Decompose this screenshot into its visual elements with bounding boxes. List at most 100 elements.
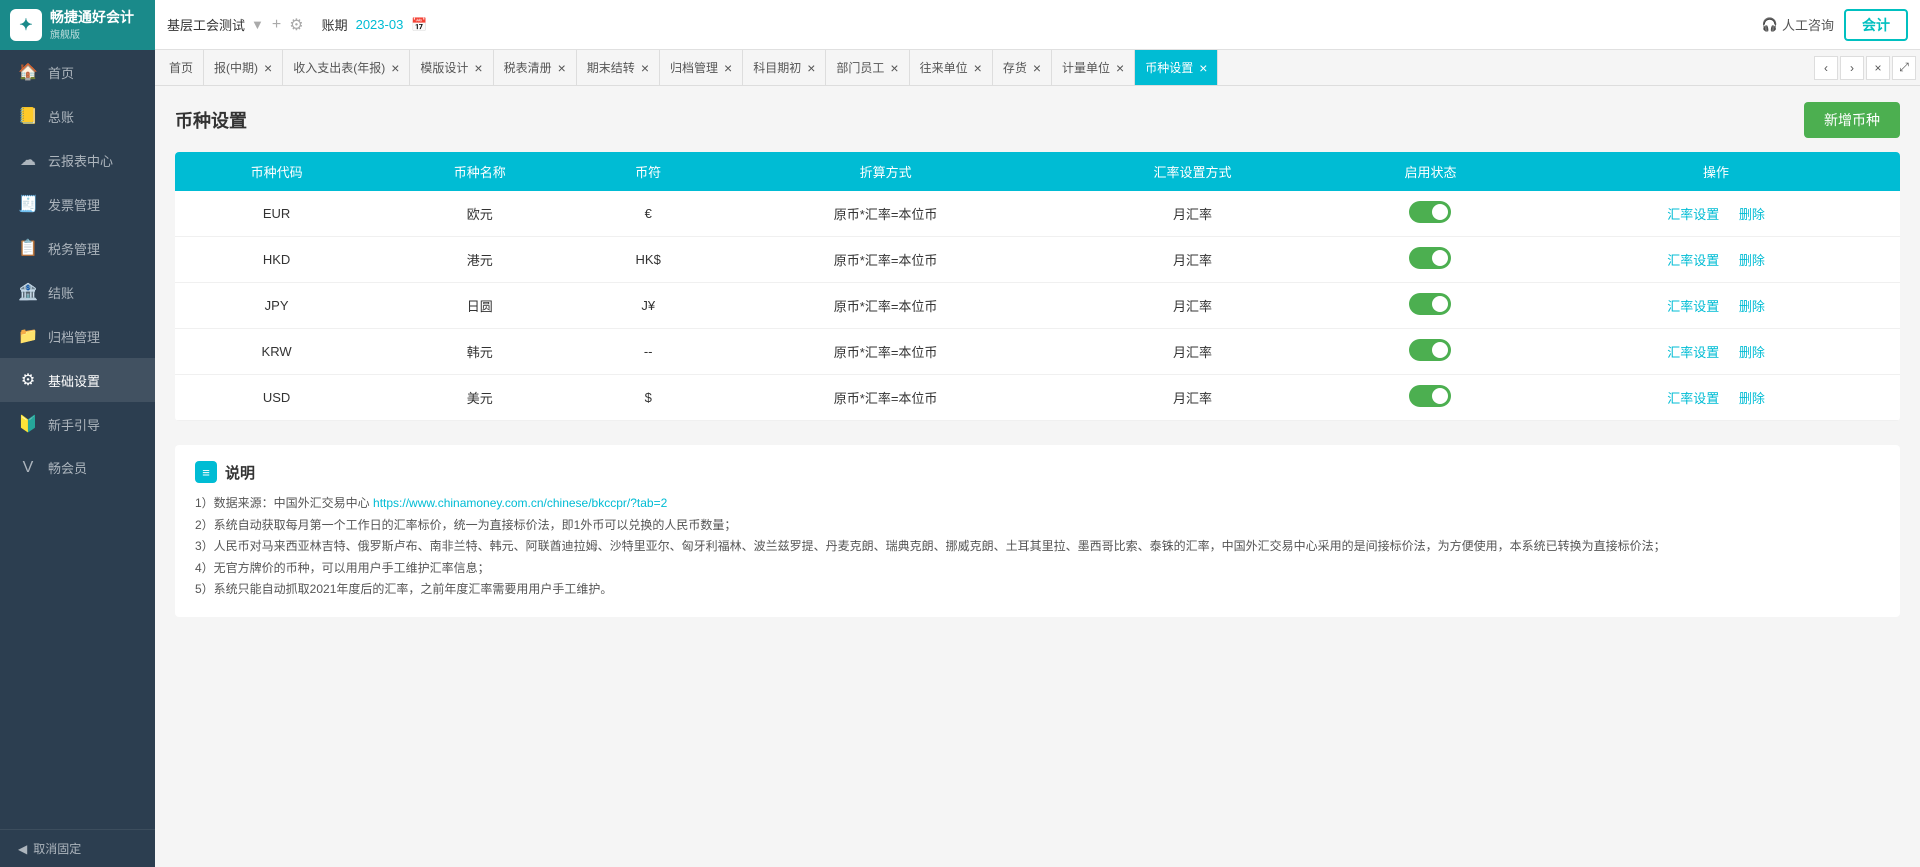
action-rate-setting-JPY[interactable]: 汇率设置 [1667,299,1719,314]
logo: ✦ 畅捷通好会计 旗舰版 [0,0,155,50]
toggle-enabled-HKD[interactable] [1409,247,1451,269]
action-delete-USD[interactable]: 删除 [1739,391,1765,406]
toggle-enabled-JPY[interactable] [1409,293,1451,315]
tab-prev-button[interactable]: ‹ [1814,56,1838,80]
sidebar-pin-toggle[interactable]: ◀ 取消固定 [0,829,155,867]
notes-title: 说明 [225,462,255,483]
project-selector[interactable]: 基层工会测试 ▼ [167,15,264,34]
action-rate-setting-EUR[interactable]: 汇率设置 [1667,207,1719,222]
cell-code: JPY [175,283,378,329]
tab-archive-close[interactable]: × [724,60,732,76]
settings-gear-icon[interactable]: ⚙ [289,15,303,35]
cell-name: 欧元 [378,191,581,237]
col-symbol: 币符 [581,152,715,191]
action-delete-EUR[interactable]: 删除 [1739,207,1765,222]
tab-supplier[interactable]: 往来单位 × [910,50,993,86]
sidebar-item-label: 税务管理 [48,239,100,258]
sidebar-item-member[interactable]: V 畅会员 [0,446,155,489]
sidebar-item-home[interactable]: 🏠 首页 [0,50,155,94]
add-icon[interactable]: + [272,16,281,34]
cell-symbol: J¥ [581,283,715,329]
cell-status [1329,191,1532,237]
tab-account[interactable]: 科目期初 × [743,50,826,86]
sidebar-item-settings[interactable]: ⚙ 基础设置 [0,358,155,402]
tab-tax[interactable]: 税表清册 × [494,50,577,86]
tab-dept[interactable]: 部门员工 × [826,50,909,86]
sidebar-item-archive[interactable]: 📁 归档管理 [0,314,155,358]
cell-rate-type: 月汇率 [1056,191,1329,237]
member-icon: V [18,459,38,477]
tab-account-label: 科目期初 [753,59,801,76]
sidebar: ✦ 畅捷通好会计 旗舰版 🏠 首页 📒 总账 ☁ 云报表中心 🧾 发票管理 📋 … [0,0,155,867]
period-value: 2023-03 [356,17,404,32]
action-delete-HKD[interactable]: 删除 [1739,253,1765,268]
tab-income-close[interactable]: × [391,60,399,76]
cell-name: 日圆 [378,283,581,329]
col-name: 币种名称 [378,152,581,191]
table-row: JPY 日圆 J¥ 原币*汇率=本位币 月汇率 汇率设置 删除 [175,283,1900,329]
tab-inventory[interactable]: 存货 × [993,50,1052,86]
tab-close-all-button[interactable]: × [1866,56,1890,80]
tab-inventory-close[interactable]: × [1033,60,1041,76]
sidebar-item-guide[interactable]: 🔰 新手引导 [0,402,155,446]
settlement-icon: 🏦 [18,282,38,302]
action-delete-KRW[interactable]: 删除 [1739,345,1765,360]
tab-period-close[interactable]: × [264,60,272,76]
toggle-enabled-EUR[interactable] [1409,201,1451,223]
tab-archive[interactable]: 归档管理 × [660,50,743,86]
tab-home[interactable]: 首页 [159,50,204,86]
tab-closing-close[interactable]: × [641,60,649,76]
tab-unit-close[interactable]: × [1116,60,1124,76]
tab-account-close[interactable]: × [807,60,815,76]
pin-icon: ◀ [18,842,27,856]
tabbar-nav: ‹ › × ⤢ [1814,56,1916,80]
sidebar-item-invoice[interactable]: 🧾 发票管理 [0,182,155,226]
cell-rate-type: 月汇率 [1056,283,1329,329]
action-rate-setting-KRW[interactable]: 汇率设置 [1667,345,1719,360]
tab-dept-close[interactable]: × [890,60,898,76]
headset-icon: 🎧 [1762,17,1778,33]
sidebar-item-ledger[interactable]: 📒 总账 [0,94,155,138]
calendar-icon: 📅 [411,17,427,33]
tab-tax-close[interactable]: × [558,60,566,76]
action-delete-JPY[interactable]: 删除 [1739,299,1765,314]
cell-method: 原币*汇率=本位币 [715,375,1056,421]
tab-supplier-close[interactable]: × [974,60,982,76]
archive-icon: 📁 [18,326,38,346]
col-status: 启用状态 [1329,152,1532,191]
cell-symbol: € [581,191,715,237]
action-rate-setting-USD[interactable]: 汇率设置 [1667,391,1719,406]
new-currency-button[interactable]: 新增币种 [1804,102,1900,138]
tab-currency-label: 币种设置 [1145,59,1193,76]
tab-period[interactable]: 报(中期) × [204,50,283,86]
ledger-icon: 📒 [18,106,38,126]
tab-home-label: 首页 [169,59,193,76]
notes-link[interactable]: https://www.chinamoney.com.cn/chinese/bk… [373,496,667,510]
tab-tax-label: 税表清册 [504,59,552,76]
tab-template-label: 模版设计 [420,59,468,76]
sidebar-item-label: 结账 [48,283,74,302]
tab-income[interactable]: 收入支出表(年报) × [283,50,410,86]
tab-unit[interactable]: 计量单位 × [1052,50,1135,86]
tab-currency-close[interactable]: × [1199,60,1207,76]
sidebar-item-reports[interactable]: ☁ 云报表中心 [0,138,155,182]
table-row: KRW 韩元 -- 原币*汇率=本位币 月汇率 汇率设置 删除 [175,329,1900,375]
toggle-enabled-USD[interactable] [1409,385,1451,407]
tab-template[interactable]: 模版设计 × [410,50,493,86]
tab-inventory-label: 存货 [1003,59,1027,76]
note-item: 2）系统自动获取每月第一个工作日的汇率标价，统一为直接标价法，即1外币可以兑换的… [195,515,1880,537]
service-button[interactable]: 🎧 人工咨询 [1762,15,1834,34]
tab-currency[interactable]: 币种设置 × [1135,50,1218,86]
tab-template-close[interactable]: × [474,60,482,76]
tabbar: 首页 报(中期) × 收入支出表(年报) × 模版设计 × 税表清册 × 期末结… [155,50,1920,86]
kuaiji-button[interactable]: 会计 [1844,9,1908,41]
table-row: HKD 港元 HK$ 原币*汇率=本位币 月汇率 汇率设置 删除 [175,237,1900,283]
action-rate-setting-HKD[interactable]: 汇率设置 [1667,253,1719,268]
tab-next-button[interactable]: › [1840,56,1864,80]
tab-expand-button[interactable]: ⤢ [1892,56,1916,80]
sidebar-item-tax[interactable]: 📋 税务管理 [0,226,155,270]
sidebar-item-settlement[interactable]: 🏦 结账 [0,270,155,314]
toggle-enabled-KRW[interactable] [1409,339,1451,361]
tab-closing[interactable]: 期末结转 × [577,50,660,86]
topbar-right: 🎧 人工咨询 会计 [1762,9,1908,41]
